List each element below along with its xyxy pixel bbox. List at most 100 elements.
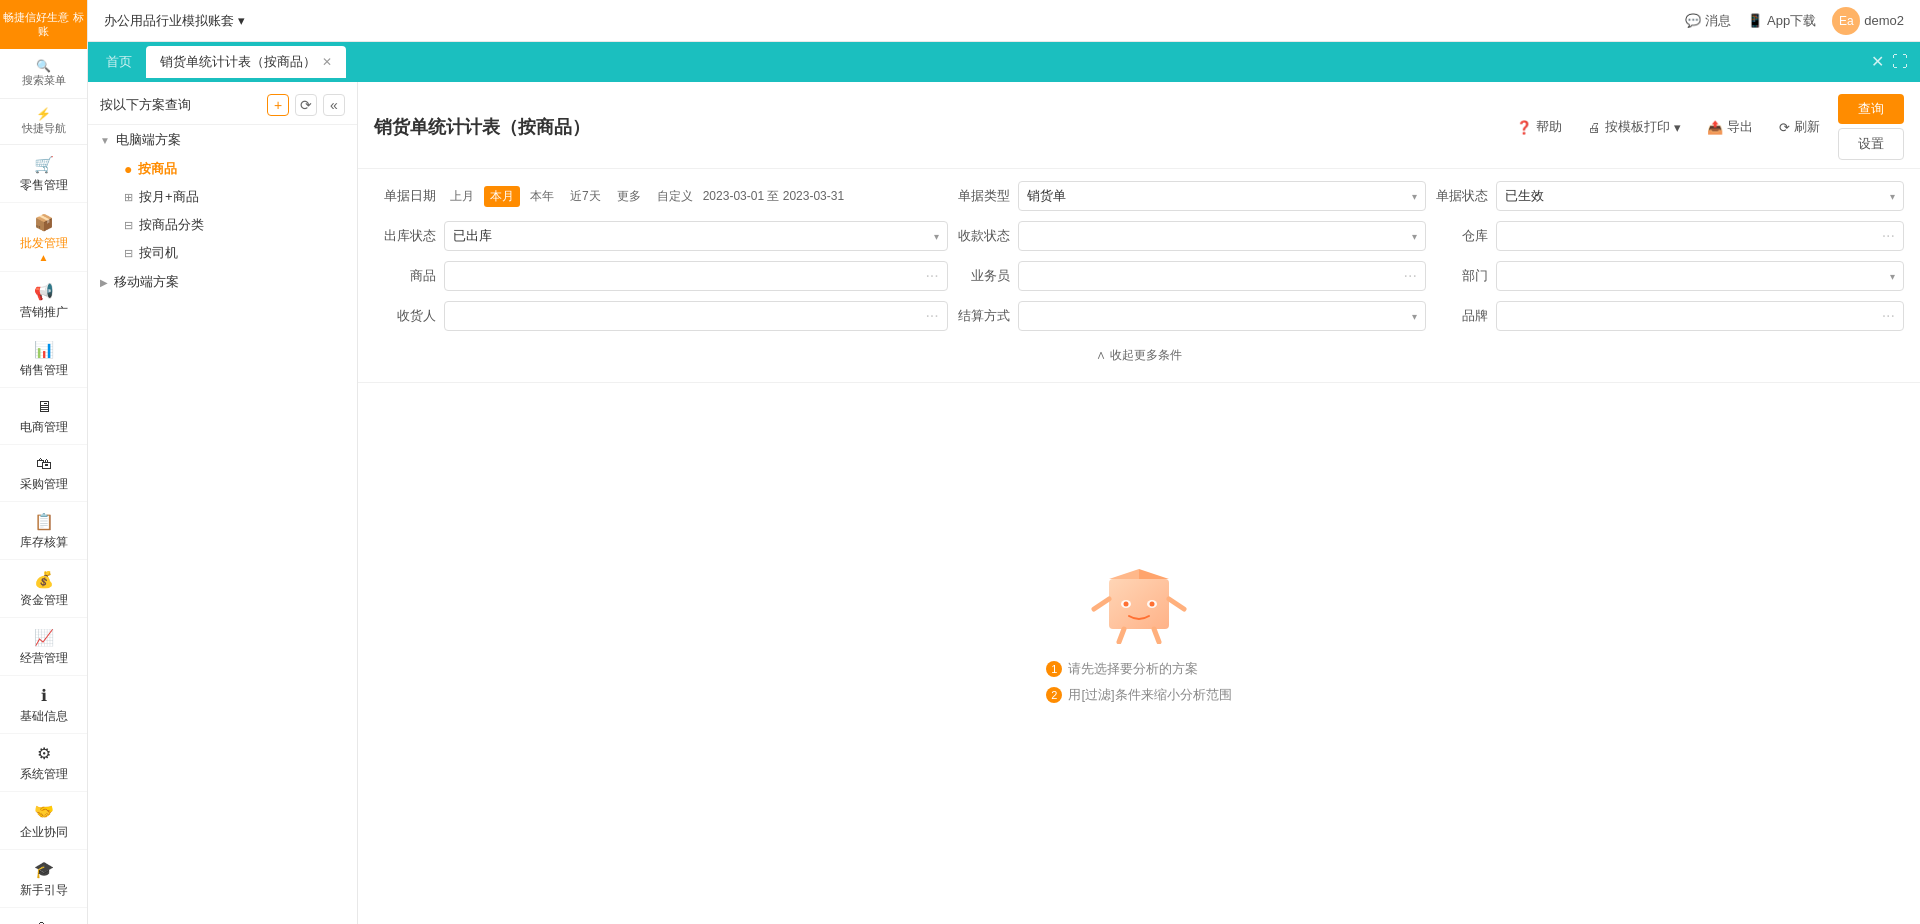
template-print-btn[interactable]: 🖨 按模板打印 ▾ <box>1580 114 1689 140</box>
help-btn[interactable]: ❓ 帮助 <box>1508 114 1570 140</box>
salesperson-field: 业务员 ··· <box>948 261 1426 291</box>
brand-select[interactable]: ··· <box>1496 301 1904 331</box>
industry-name: 办公用品行业模拟账套 <box>104 12 234 30</box>
wholesale-label: 批发管理 <box>20 235 68 252</box>
tree-sub-by-category[interactable]: ⊟ 按商品分类 <box>88 211 357 239</box>
date-tag-this-month[interactable]: 本月 <box>484 186 520 207</box>
receiver-select[interactable]: ··· <box>444 301 948 331</box>
tree-sub-by-product[interactable]: ● 按商品 <box>88 155 357 183</box>
sales-icon: 📊 <box>34 340 54 359</box>
date-tag-last-month[interactable]: 上月 <box>444 186 480 207</box>
main-area: 办公用品行业模拟账套 ▾ 💬 消息 📱 App下载 Ea demo2 首页 <box>88 0 1920 924</box>
salesperson-select[interactable]: ··· <box>1018 261 1426 291</box>
sidebar-item-wholesale[interactable]: 📦 批发管理 ▲ <box>0 203 87 272</box>
search-menu-btn[interactable]: 🔍 搜索菜单 <box>22 59 66 88</box>
tab-maximize-btn[interactable]: ⛶ <box>1892 54 1908 70</box>
header-left: 办公用品行业模拟账套 ▾ <box>104 12 245 30</box>
help-label: 帮助 <box>1536 118 1562 136</box>
tab-minimize-btn[interactable]: ✕ <box>1871 54 1884 70</box>
tree-sub-by-driver[interactable]: ⊟ 按司机 <box>88 239 357 267</box>
department-arrow: ▾ <box>1890 271 1895 282</box>
tab-close-btn[interactable]: ✕ <box>322 55 332 69</box>
warehouse-dots[interactable]: ··· <box>1882 227 1895 245</box>
svg-line-9 <box>1119 629 1124 642</box>
sidebar-item-marketing[interactable]: 📢 营销推广 <box>0 272 87 330</box>
tab-bar-actions: ✕ ⛶ <box>1871 54 1916 70</box>
settings-button[interactable]: 设置 <box>1838 128 1904 160</box>
refresh-scheme-btn[interactable]: ⟳ <box>295 94 317 116</box>
help-icon: ❓ <box>1516 120 1532 135</box>
filter-panel-header: 按以下方案查询 + ⟳ « <box>88 82 357 125</box>
header-right: 💬 消息 📱 App下载 Ea demo2 <box>1685 7 1904 35</box>
quick-nav-icon: ⚡ <box>36 107 51 121</box>
payment-status-label: 收款状态 <box>948 227 1018 245</box>
sidebar-item-operation[interactable]: 📈 经营管理 <box>0 618 87 676</box>
warehouse-label: 仓库 <box>1426 227 1496 245</box>
industry-selector[interactable]: 办公用品行业模拟账套 ▾ <box>104 12 245 30</box>
empty-tips: 1 请先选择要分析的方案 2 用[过滤]条件来缩小分析范围 <box>1046 660 1231 704</box>
sidebar-item-retail[interactable]: 🛒 零售管理 <box>0 145 87 203</box>
product-dots[interactable]: ··· <box>925 267 938 285</box>
finance-icon: 💰 <box>34 570 54 589</box>
sidebar-item-basic[interactable]: ℹ 基础信息 <box>0 676 87 734</box>
app-download-btn[interactable]: 📱 App下载 <box>1747 12 1816 30</box>
sidebar-item-appstore[interactable]: 🗂 应用中心 <box>0 908 87 924</box>
department-select[interactable]: ▾ <box>1496 261 1904 291</box>
collapse-more-btn[interactable]: ∧ 收起更多条件 <box>374 341 1904 370</box>
sidebar-item-enterprise[interactable]: 🤝 企业协同 <box>0 792 87 850</box>
sidebar-item-ecommerce[interactable]: 🖥 电商管理 <box>0 388 87 445</box>
add-scheme-btn[interactable]: + <box>267 94 289 116</box>
doc-type-value: 销货单 <box>1027 187 1408 205</box>
date-label: 单据日期 <box>374 187 444 205</box>
tab-sales-stat[interactable]: 销货单统计计表（按商品） ✕ <box>146 46 346 78</box>
receiver-dots[interactable]: ··· <box>925 307 938 325</box>
sidebar-item-sales[interactable]: 📊 销售管理 <box>0 330 87 388</box>
settlement-arrow: ▾ <box>1412 311 1417 322</box>
logo-text: 畅捷信好生意 标账 <box>0 10 87 39</box>
date-tag-this-year[interactable]: 本年 <box>524 186 560 207</box>
doc-status-select[interactable]: 已生效 ▾ <box>1496 181 1904 211</box>
sidebar-item-newbie[interactable]: 🎓 新手引导 <box>0 850 87 908</box>
filter-row-2: 出库状态 已出库 ▾ 收款状态 ▾ 仓库 <box>374 221 1904 251</box>
quick-nav-btn[interactable]: ⚡ 快捷导航 <box>0 99 87 145</box>
settlement-select[interactable]: ▾ <box>1018 301 1426 331</box>
query-button[interactable]: 查询 <box>1838 94 1904 124</box>
salesperson-dots[interactable]: ··· <box>1404 267 1417 285</box>
tab-home[interactable]: 首页 <box>92 46 146 78</box>
out-status-label: 出库状态 <box>374 227 444 245</box>
export-btn[interactable]: 📤 导出 <box>1699 114 1761 140</box>
marketing-icon: 📢 <box>34 282 54 301</box>
tree-sub-by-month-product[interactable]: ⊞ 按月+商品 <box>88 183 357 211</box>
out-status-select[interactable]: 已出库 ▾ <box>444 221 948 251</box>
tree-item-pc[interactable]: ▼ 电脑端方案 <box>88 125 357 155</box>
sidebar-item-inventory[interactable]: 📋 库存核算 <box>0 502 87 560</box>
payment-status-select[interactable]: ▾ <box>1018 221 1426 251</box>
sidebar-item-finance[interactable]: 💰 资金管理 <box>0 560 87 618</box>
search-icon: 🔍 <box>36 59 51 73</box>
user-info[interactable]: Ea demo2 <box>1832 7 1904 35</box>
refresh-btn[interactable]: ⟳ 刷新 <box>1771 114 1828 140</box>
by-product-icon: ● <box>124 161 132 177</box>
refresh-label: 刷新 <box>1794 118 1820 136</box>
doc-status-value: 已生效 <box>1505 187 1886 205</box>
avatar: Ea <box>1832 7 1860 35</box>
tree-arrow-mobile: ▶ <box>100 277 108 288</box>
sidebar-item-purchase[interactable]: 🛍 采购管理 <box>0 445 87 502</box>
user-name: demo2 <box>1864 13 1904 28</box>
brand-dots[interactable]: ··· <box>1882 307 1895 325</box>
search-label: 搜索菜单 <box>22 73 66 88</box>
inventory-icon: 📋 <box>34 512 54 531</box>
message-btn[interactable]: 💬 消息 <box>1685 12 1731 30</box>
date-tag-7days[interactable]: 近7天 <box>564 186 607 207</box>
tree-item-mobile[interactable]: ▶ 移动端方案 <box>88 267 357 297</box>
date-tag-custom[interactable]: 自定义 <box>651 186 699 207</box>
collapse-panel-btn[interactable]: « <box>323 94 345 116</box>
date-tag-more[interactable]: 更多 <box>611 186 647 207</box>
product-select[interactable]: ··· <box>444 261 948 291</box>
by-category-icon: ⊟ <box>124 219 133 232</box>
operation-label: 经营管理 <box>20 650 68 667</box>
warehouse-select[interactable]: ··· <box>1496 221 1904 251</box>
sidebar-item-system[interactable]: ⚙ 系统管理 <box>0 734 87 792</box>
doc-type-select[interactable]: 销货单 ▾ <box>1018 181 1426 211</box>
basic-label: 基础信息 <box>20 708 68 725</box>
